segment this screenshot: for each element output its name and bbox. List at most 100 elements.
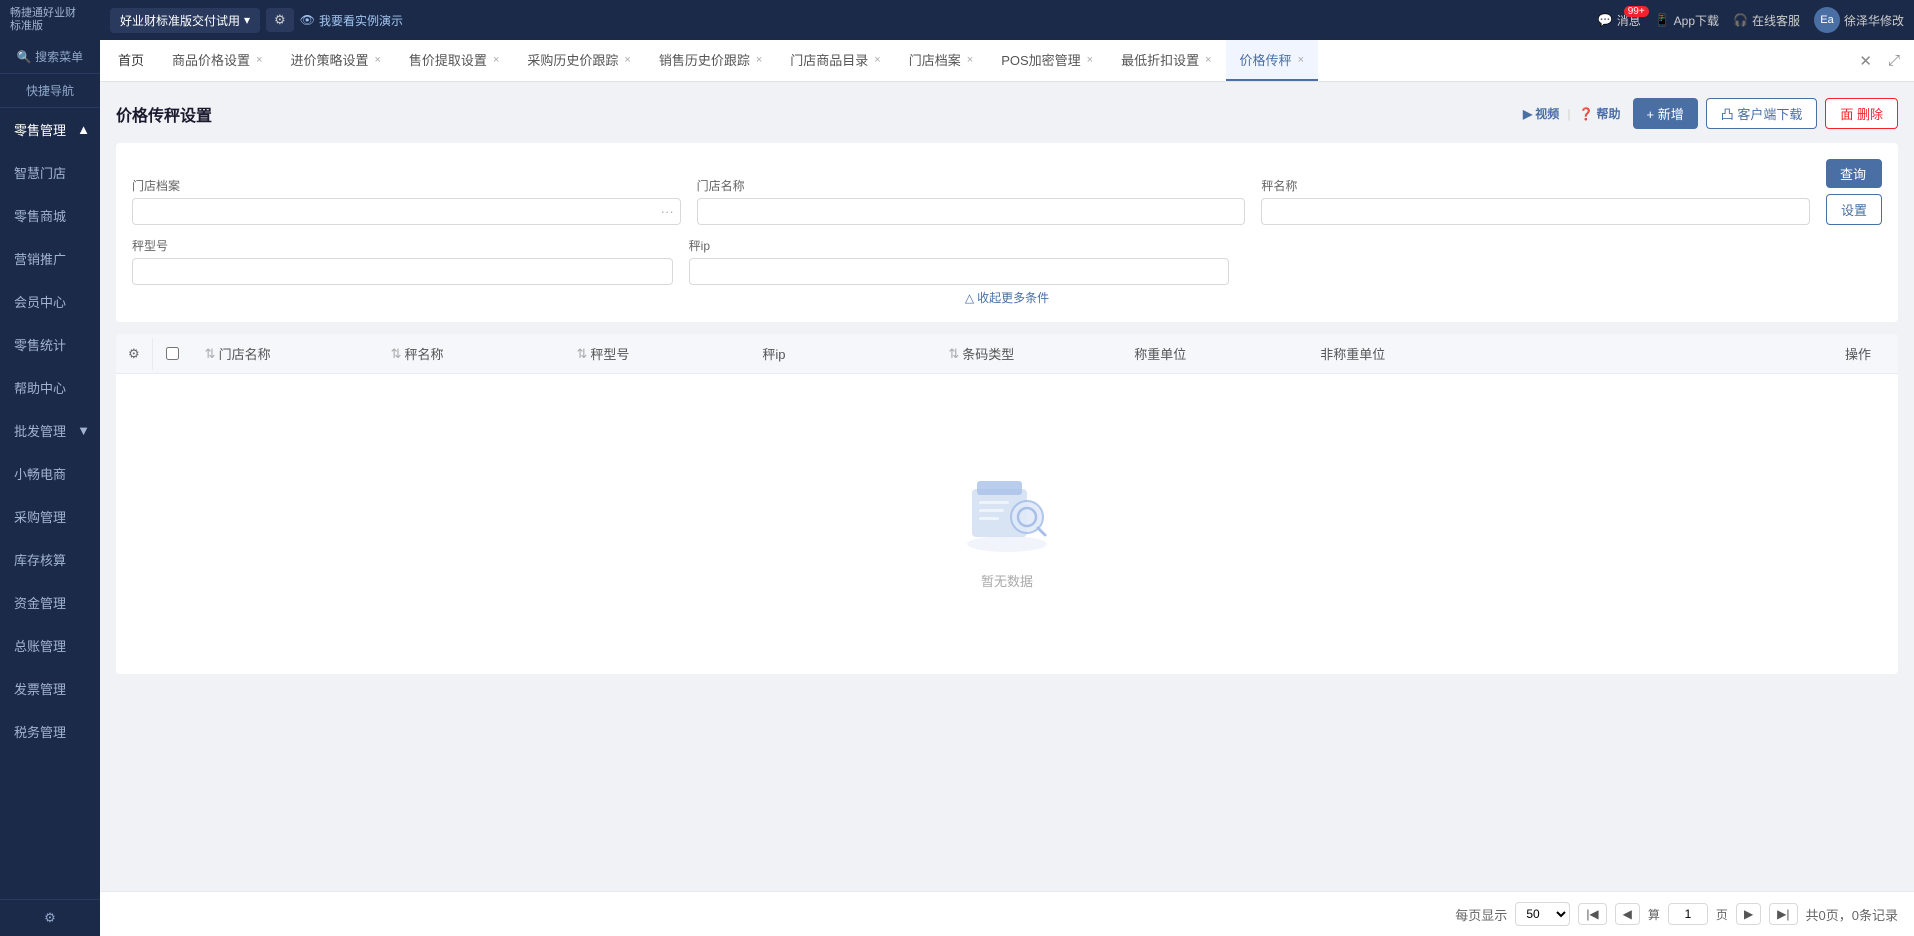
online-service-button[interactable]: 🎧 在线客服 bbox=[1733, 12, 1800, 29]
add-button[interactable]: + 新增 bbox=[1633, 98, 1698, 129]
collapse-button[interactable]: △ 收起更多条件 bbox=[132, 285, 1882, 306]
tab-close-icon[interactable]: × bbox=[493, 54, 499, 66]
tab-purchase-strategy[interactable]: 进价策略设置 × bbox=[276, 40, 394, 81]
scale-model-input-wrap[interactable] bbox=[132, 258, 673, 285]
last-page-button[interactable]: ▶| bbox=[1769, 903, 1797, 925]
tab-close-icon[interactable]: × bbox=[1205, 54, 1211, 66]
search-store-archive-field: 门店档案 ··· bbox=[132, 177, 681, 225]
tab-close-all-button[interactable]: ✕ bbox=[1853, 48, 1878, 74]
sidebar-item-retail-mall[interactable]: 零售商城 bbox=[0, 194, 100, 237]
store-archive-input-wrap[interactable]: ··· bbox=[132, 198, 681, 225]
tab-close-icon[interactable]: × bbox=[256, 54, 262, 66]
tab-min-discount[interactable]: 最低折扣设置 × bbox=[1107, 40, 1225, 81]
th-scale-ip: 秤ip bbox=[750, 334, 936, 373]
sidebar-item-finance[interactable]: 资金管理 bbox=[0, 581, 100, 624]
ellipsis-icon[interactable]: ··· bbox=[655, 204, 680, 219]
app-logo: 畅捷通好业财 标准版 bbox=[10, 7, 76, 33]
empty-text: 暂无数据 bbox=[981, 571, 1033, 590]
tab-close-icon[interactable]: × bbox=[374, 54, 380, 66]
scale-name-input-wrap[interactable] bbox=[1261, 198, 1810, 225]
help-icon: ❓ bbox=[1579, 107, 1594, 121]
sidebar-item-smart-store[interactable]: 智慧门店 bbox=[0, 151, 100, 194]
tab-store-archive[interactable]: 门店档案 × bbox=[895, 40, 987, 81]
sidebar-item-tax[interactable]: 税务管理 bbox=[0, 710, 100, 753]
tab-close-icon[interactable]: × bbox=[756, 54, 762, 66]
video-link[interactable]: ▶ 视频 bbox=[1523, 105, 1559, 122]
per-page-select[interactable]: 50 10 20 100 bbox=[1515, 902, 1570, 926]
sidebar-item-retail-management[interactable]: 零售管理 ▲ bbox=[0, 108, 100, 151]
select-all-checkbox[interactable] bbox=[166, 347, 179, 360]
search-scale-ip-field: 秤ip bbox=[689, 237, 1230, 285]
user-profile-button[interactable]: Ea 徐泽华修改 bbox=[1814, 7, 1904, 33]
version-selector[interactable]: 好业财标准版交付试用 ▾ bbox=[110, 8, 260, 33]
sidebar-item-membership[interactable]: 会员中心 bbox=[0, 280, 100, 323]
store-name-input-wrap[interactable] bbox=[697, 198, 1246, 225]
tab-close-icon[interactable]: × bbox=[874, 54, 880, 66]
sidebar-item-general-ledger[interactable]: 总账管理 bbox=[0, 624, 100, 667]
tab-close-icon[interactable]: × bbox=[1087, 54, 1093, 66]
sidebar-settings-button[interactable]: ⚙ bbox=[0, 899, 100, 936]
scale-name-input[interactable] bbox=[1262, 199, 1809, 224]
store-name-input[interactable] bbox=[698, 199, 1245, 224]
message-icon: 💬 bbox=[1598, 13, 1613, 27]
sidebar-item-marketing[interactable]: 营销推广 bbox=[0, 237, 100, 280]
tab-store-catalog[interactable]: 门店商品目录 × bbox=[776, 40, 894, 81]
empty-illustration bbox=[947, 459, 1067, 559]
store-archive-input[interactable] bbox=[133, 199, 655, 224]
topbar-settings-button[interactable]: ⚙ bbox=[266, 8, 294, 32]
tab-maximize-button[interactable]: ⤢ bbox=[1882, 48, 1906, 73]
tab-price-scale[interactable]: 价格传秤 × bbox=[1226, 40, 1318, 81]
content-area: 首页 商品价格设置 × 进价策略设置 × 售价提取设置 × 采购历史价跟踪 × bbox=[100, 40, 1914, 936]
sidebar-item-wholesale[interactable]: 批发管理 ▼ bbox=[0, 409, 100, 452]
sidebar-item-purchase[interactable]: 采购管理 bbox=[0, 495, 100, 538]
demo-link[interactable]: 👁 我要看实例演示 bbox=[300, 12, 403, 29]
delete-button[interactable]: 面 删除 bbox=[1825, 98, 1898, 129]
pagination-bar: 每页显示 50 10 20 100 |◀ ◀ 算 页 ▶ ▶| 共0页，0条记录 bbox=[100, 891, 1914, 936]
sort-icon: ⇅ bbox=[577, 346, 588, 362]
chevron-up-icon: ▲ bbox=[77, 122, 90, 137]
app-download-button[interactable]: 📱 App下载 bbox=[1655, 12, 1719, 29]
sidebar-item-invoice[interactable]: 发票管理 bbox=[0, 667, 100, 710]
sidebar-search[interactable]: 🔍 搜索菜单 bbox=[0, 40, 100, 74]
sidebar-item-help-center[interactable]: 帮助中心 bbox=[0, 366, 100, 409]
query-button[interactable]: 查询 bbox=[1826, 159, 1882, 188]
download-button[interactable]: 凸 客户端下载 bbox=[1706, 98, 1818, 129]
search-row-2: 秤型号 秤ip bbox=[132, 237, 1882, 285]
page-label: 算 bbox=[1648, 906, 1660, 923]
th-checkbox bbox=[153, 337, 193, 370]
th-non-weight-unit: 非称重单位 bbox=[1308, 334, 1818, 373]
message-button[interactable]: 💬 消息 99+ bbox=[1598, 12, 1641, 29]
tab-purchase-history[interactable]: 采购历史价跟踪 × bbox=[513, 40, 644, 81]
tab-close-icon[interactable]: × bbox=[1298, 54, 1304, 66]
tab-product-price[interactable]: 商品价格设置 × bbox=[158, 40, 276, 81]
sidebar-item-ecommerce[interactable]: 小畅电商 bbox=[0, 452, 100, 495]
th-operation: 操作 bbox=[1818, 334, 1898, 373]
scale-ip-input[interactable] bbox=[690, 259, 1229, 284]
first-page-button[interactable]: |◀ bbox=[1578, 903, 1606, 925]
search-scale-model-field: 秤型号 bbox=[132, 237, 673, 285]
table-settings-button[interactable]: ⚙ bbox=[116, 338, 153, 370]
tab-close-icon[interactable]: × bbox=[624, 54, 630, 66]
sidebar-quick-nav[interactable]: 快捷导航 bbox=[0, 74, 100, 108]
help-link[interactable]: ❓ 帮助 bbox=[1579, 105, 1621, 122]
eye-icon: 👁 bbox=[300, 13, 315, 27]
settings-form-button[interactable]: 设置 bbox=[1826, 194, 1882, 225]
app-container: 畅捷通好业财 标准版 好业财标准版交付试用 ▾ ⚙ 👁 我要看实例演示 💬 消息… bbox=[0, 0, 1914, 936]
sidebar-item-retail-stats[interactable]: 零售统计 bbox=[0, 323, 100, 366]
avatar: Ea bbox=[1814, 7, 1840, 33]
scale-ip-input-wrap[interactable] bbox=[689, 258, 1230, 285]
page-number-input[interactable] bbox=[1668, 903, 1708, 925]
tab-home[interactable]: 首页 bbox=[104, 40, 158, 81]
tab-pos-management[interactable]: POS加密管理 × bbox=[987, 40, 1107, 81]
top-bar: 畅捷通好业财 标准版 好业财标准版交付试用 ▾ ⚙ 👁 我要看实例演示 💬 消息… bbox=[0, 0, 1914, 40]
service-icon: 🎧 bbox=[1733, 13, 1748, 27]
tab-selling-price[interactable]: 售价提取设置 × bbox=[395, 40, 513, 81]
store-archive-label: 门店档案 bbox=[132, 177, 681, 194]
tab-sales-history[interactable]: 销售历史价跟踪 × bbox=[645, 40, 776, 81]
prev-page-button[interactable]: ◀ bbox=[1615, 903, 1640, 925]
tab-close-icon[interactable]: × bbox=[967, 54, 973, 66]
sidebar-item-inventory[interactable]: 库存核算 bbox=[0, 538, 100, 581]
chevron-up-icon: △ bbox=[965, 291, 974, 305]
next-page-button[interactable]: ▶ bbox=[1736, 903, 1761, 925]
scale-model-input[interactable] bbox=[133, 259, 672, 284]
